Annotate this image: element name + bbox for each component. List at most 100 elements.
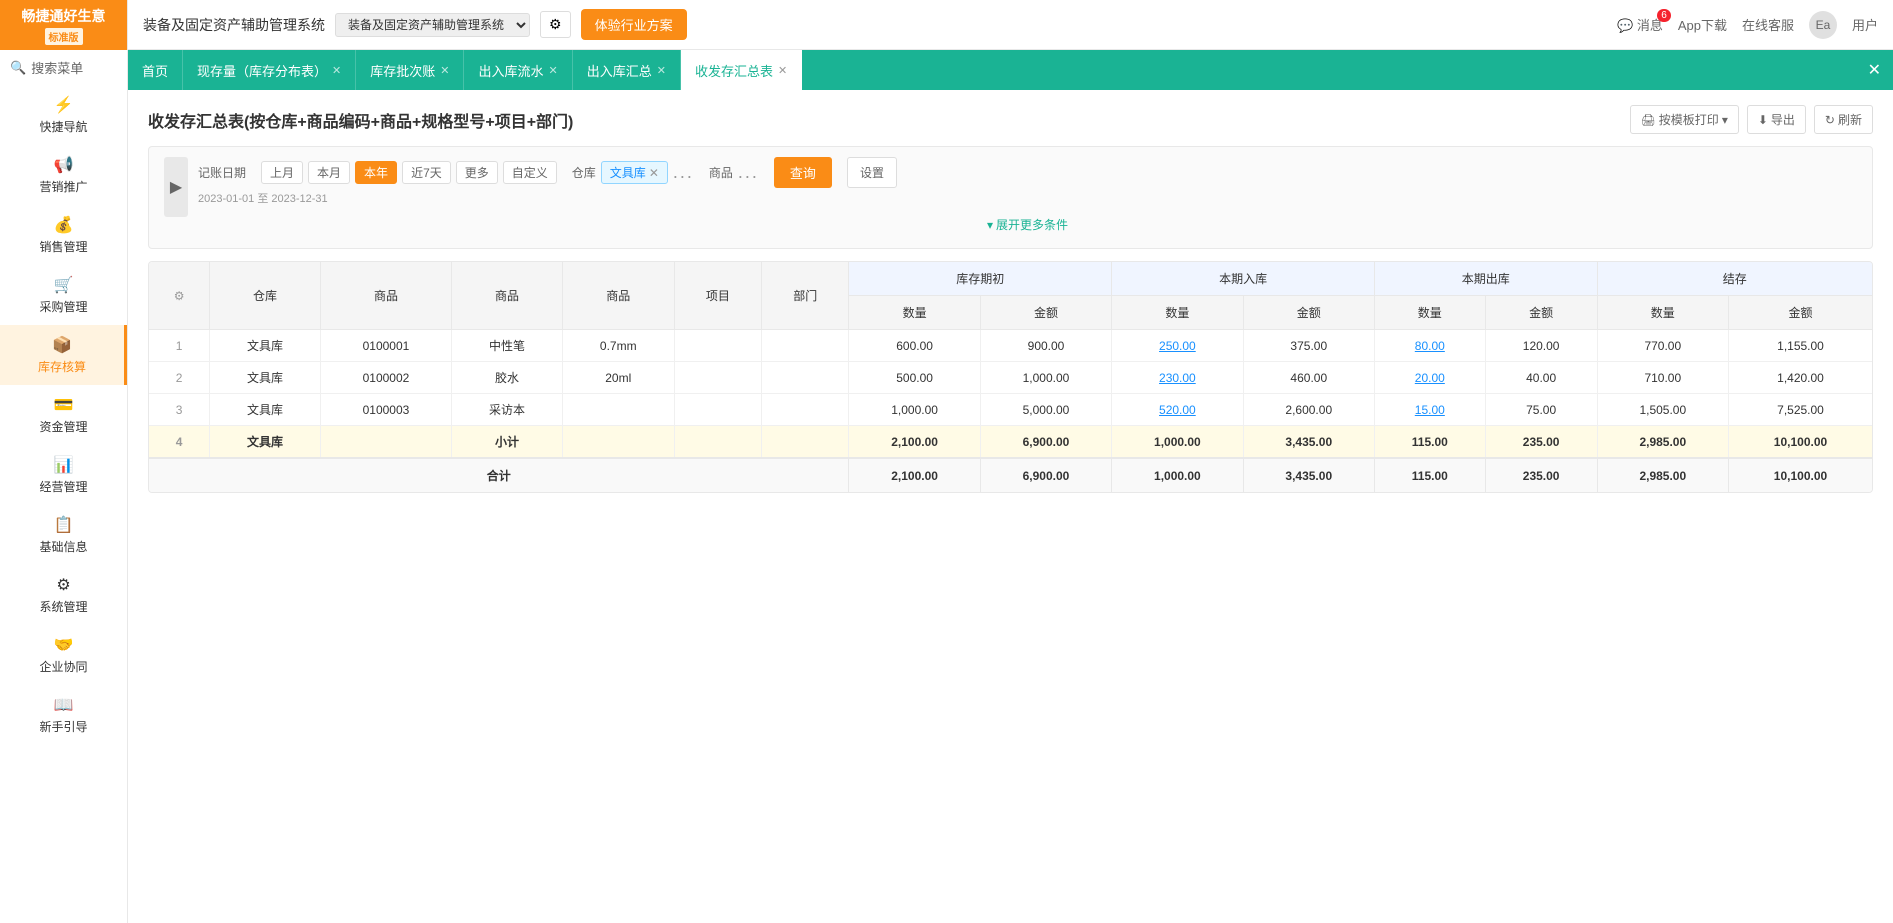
product-more[interactable]: ... [738,162,759,183]
app-download-link[interactable]: App下载 [1678,15,1727,34]
table-cell: 0100001 [320,330,451,362]
table-cell[interactable]: 520.00 [1112,394,1243,426]
table-cell: 2,600.00 [1243,394,1374,426]
table-cell[interactable]: 15.00 [1374,394,1485,426]
table-footer-row: 合计 2,100.00 6,900.00 1,000.00 3,435.00 1… [149,458,1872,492]
table-cell [674,394,761,426]
table-cell: 小计 [452,426,563,459]
system-icon: ⚙ [56,575,70,595]
enterprise-icon: 🤝 [54,635,74,655]
purchase-icon: 🛒 [54,275,74,295]
sidebar-item-search[interactable]: 🔍 搜索菜单 [0,50,127,85]
tab-collect-summary[interactable]: 收发存汇总表 ✕ [681,50,802,90]
table-cell: 460.00 [1243,362,1374,394]
tab-collect-summary-close[interactable]: ✕ [778,64,787,77]
table-cell: 75.00 [1485,394,1597,426]
page-actions: 🖨 按模板打印 ▾ ⬇ 导出 ↻ 刷新 [1630,105,1873,134]
filter-bar: ▶ 记账日期 上月 本月 本年 近7天 更多 自定义 [148,146,1873,249]
sales-icon: 💰 [54,215,74,235]
tab-inventory-dist-label: 现存量（库存分布表） [197,61,327,80]
date-btn-last-month[interactable]: 上月 [261,161,303,184]
footer-balance-amt: 10,100.00 [1729,458,1873,492]
warehouse-more[interactable]: ... [673,162,694,183]
table-cell: 中性笔 [452,330,563,362]
system-title: 装备及固定资产辅助管理系统 [143,15,325,35]
date-buttons: 上月 本月 本年 近7天 更多 自定义 [261,161,557,184]
sidebar-item-operation[interactable]: 📊 经营管理 [0,445,127,505]
date-btn-this-month[interactable]: 本月 [308,161,350,184]
sidebar-sales-label: 销售管理 [39,238,87,255]
sidebar-item-inventory[interactable]: 📦 库存核算 [0,325,127,385]
tab-home[interactable]: 首页 [128,50,183,90]
sidebar-item-purchase[interactable]: 🛒 采购管理 [0,265,127,325]
sidebar: 畅捷通好生意 标准版 🔍 搜索菜单 ⚡ 快捷导航 📢 营销推广 💰 销售管理 🛒… [0,0,128,923]
message-icon[interactable]: 💬 消息 6 [1617,15,1663,34]
expand-button[interactable]: ▾ 展开更多条件 [987,216,1068,233]
table-cell: 2,100.00 [849,426,980,459]
warehouse-tag: 文具库 ✕ [601,161,668,184]
table-cell: 文具库 [210,426,321,459]
table-cell [762,330,849,362]
print-chevron-icon: ▾ [1722,113,1728,127]
sidebar-item-finance[interactable]: 💳 资金管理 [0,385,127,445]
refresh-button[interactable]: ↻ 刷新 [1814,105,1873,134]
gear-button[interactable]: ⚙ [540,11,571,38]
sidebar-item-system[interactable]: ⚙ 系统管理 [0,565,127,625]
page-header: 收发存汇总表(按仓库+商品编码+商品+规格型号+项目+部门) 🖨 按模板打印 ▾… [148,105,1873,134]
date-btn-this-year[interactable]: 本年 [355,161,397,184]
th-settings[interactable]: ⚙ [149,262,210,330]
date-btn-more[interactable]: 更多 [456,161,498,184]
tab-home-label: 首页 [142,61,168,80]
marketing-icon: 📢 [54,155,74,175]
trial-button[interactable]: 体验行业方案 [581,9,687,40]
tab-inout-flow[interactable]: 出入库流水 ✕ [464,50,572,90]
inventory-icon: 📦 [52,335,72,355]
tab-batch[interactable]: 库存批次账 ✕ [356,50,464,90]
date-btn-custom[interactable]: 自定义 [503,161,557,184]
data-table: ⚙ 仓库 商品 商品 商品 项目 部门 库存期初 本期入库 本期出库 结存 [149,262,1872,492]
table-cell[interactable]: 230.00 [1112,362,1243,394]
sidebar-item-enterprise[interactable]: 🤝 企业协同 [0,625,127,685]
system-select[interactable]: 装备及固定资产辅助管理系统 [335,13,530,37]
print-button[interactable]: 🖨 按模板打印 ▾ [1630,105,1739,134]
tab-inventory-dist[interactable]: 现存量（库存分布表） ✕ [183,50,356,90]
th-group-out: 本期出库 [1374,262,1597,296]
filter-collapse-button[interactable]: ▶ [164,157,188,217]
tab-batch-close[interactable]: ✕ [440,64,449,77]
sidebar-item-marketing[interactable]: 📢 营销推广 [0,145,127,205]
table-cell [562,426,674,459]
tab-inout-summary-close[interactable]: ✕ [657,64,666,77]
tabbar-close-all[interactable]: ✕ [1856,60,1893,80]
expand-label: 展开更多条件 [996,216,1068,233]
table-cell[interactable]: 20.00 [1374,362,1485,394]
table-cell: 40.00 [1485,362,1597,394]
export-button[interactable]: ⬇ 导出 [1747,105,1806,134]
query-button[interactable]: 查询 [774,157,832,188]
table-cell: 235.00 [1485,426,1597,459]
print-icon: 🖨 [1641,113,1656,127]
table-cell: 1,420.00 [1729,362,1873,394]
tab-inout-summary[interactable]: 出入库汇总 ✕ [573,50,681,90]
warehouse-tag-close[interactable]: ✕ [649,166,659,180]
tab-inout-flow-close[interactable]: ✕ [549,64,558,77]
table-cell [762,362,849,394]
tab-inventory-dist-close[interactable]: ✕ [332,64,341,77]
tab-batch-label: 库存批次账 [370,61,435,80]
username[interactable]: 用户 [1852,15,1878,34]
online-service-link[interactable]: 在线客服 [1742,15,1794,34]
sidebar-item-guide[interactable]: 📖 新手引导 [0,685,127,745]
date-btn-7days[interactable]: 近7天 [402,161,451,184]
th-department: 部门 [762,262,849,330]
refresh-label: 刷新 [1838,111,1862,128]
date-range: 2023-01-01 至 2023-12-31 [198,190,1857,206]
sidebar-item-basic[interactable]: 📋 基础信息 [0,505,127,565]
table-cell[interactable]: 80.00 [1374,330,1485,362]
table-cell[interactable]: 250.00 [1112,330,1243,362]
table-cell: 710.00 [1597,362,1728,394]
table-cell: 1 [149,330,210,362]
sidebar-item-sales[interactable]: 💰 销售管理 [0,205,127,265]
avatar[interactable]: Ea [1809,11,1837,39]
product-label: 商品 [709,164,733,181]
setting-button[interactable]: 设置 [847,157,897,188]
sidebar-item-quick-nav[interactable]: ⚡ 快捷导航 [0,85,127,145]
